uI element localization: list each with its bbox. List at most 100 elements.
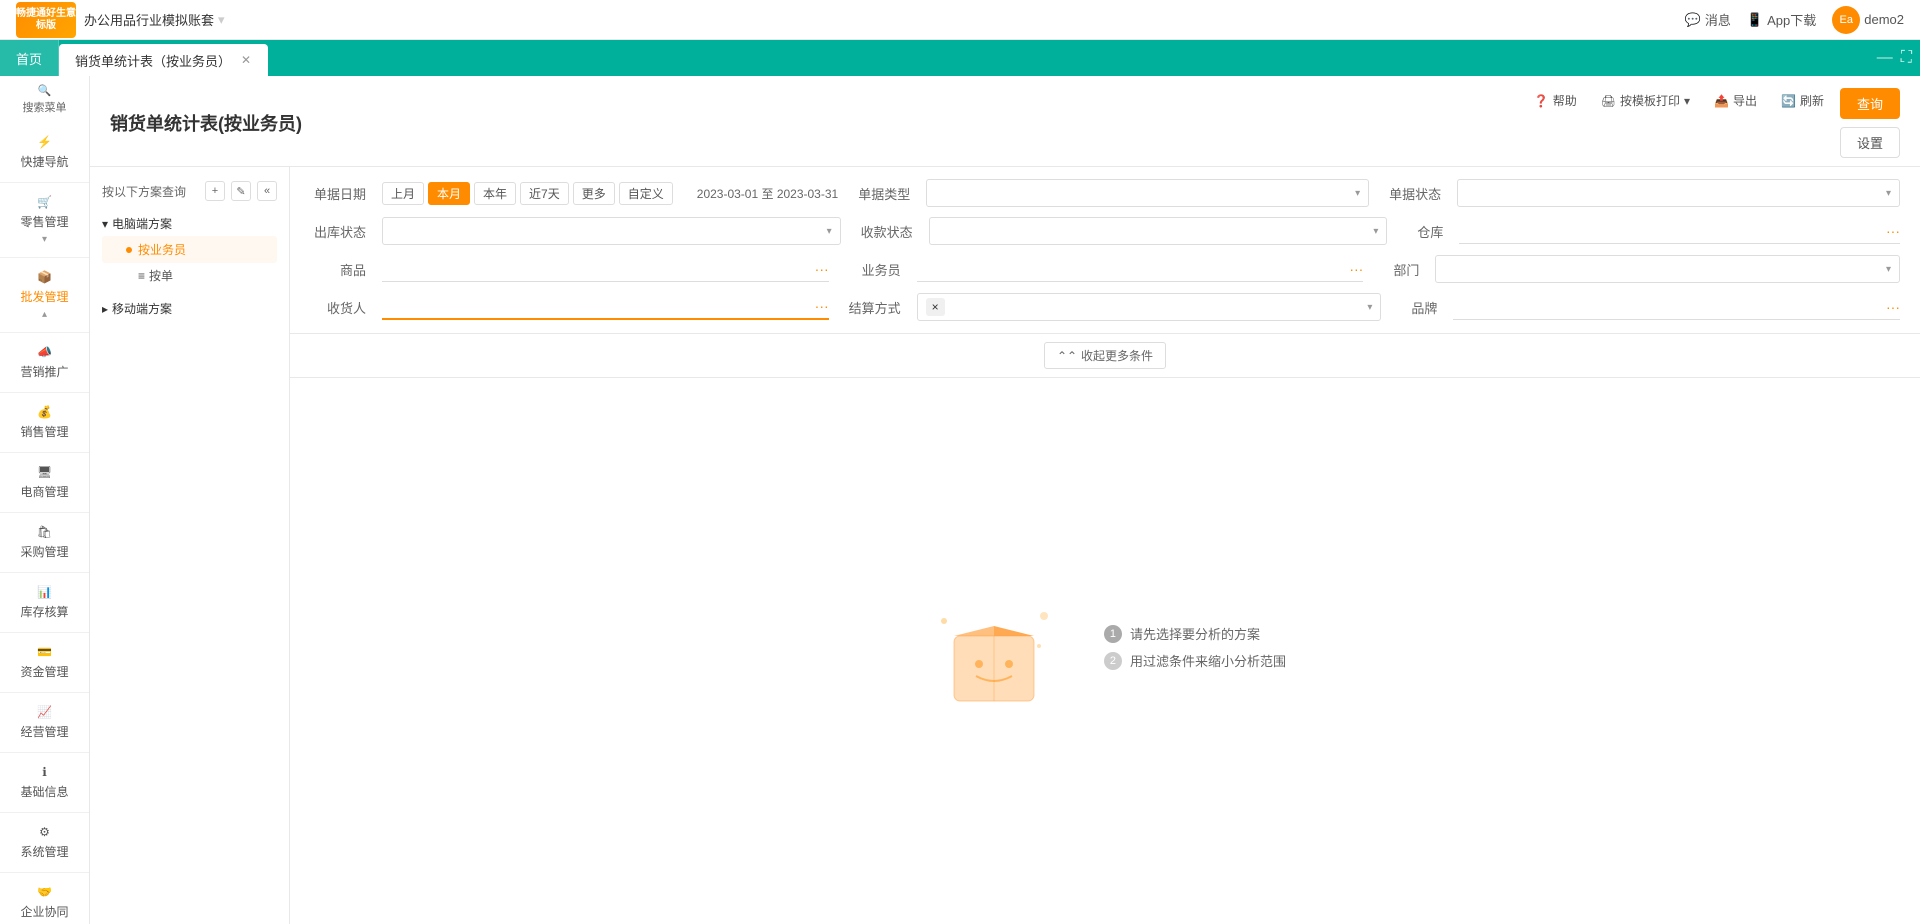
- scheme-desktop-chevron: ▾: [102, 217, 108, 231]
- date-label: 单据日期: [310, 184, 366, 203]
- tab-home[interactable]: 首页: [0, 40, 59, 76]
- refresh-icon: 🔄: [1781, 94, 1796, 108]
- message-label: 消息: [1705, 10, 1731, 29]
- print-btn[interactable]: 🖨 按模板打印 ▾: [1593, 88, 1698, 113]
- tab-close-icon[interactable]: ✕: [241, 53, 251, 67]
- message-btn[interactable]: 💬 消息: [1685, 10, 1731, 29]
- sidebar-item-wholesale[interactable]: 📦 批发管理 ▴: [0, 258, 89, 333]
- breadcrumb-text: 办公用品行业模拟账套: [84, 10, 214, 29]
- scheme-header: 按以下方案查询 + ✎ «: [90, 175, 289, 207]
- sidebar-item-operation[interactable]: 📈 经营管理: [0, 693, 89, 753]
- export-btn[interactable]: 📤 导出: [1706, 88, 1765, 113]
- last-7-btn[interactable]: 近7天: [520, 182, 569, 205]
- sidebar-item-ecom[interactable]: 🖥 电商管理: [0, 453, 89, 513]
- search-label: 搜索菜单: [23, 99, 67, 115]
- sidebar-item-marketing[interactable]: 📣 营销推广: [0, 333, 89, 393]
- sidebar-item-search[interactable]: 🔍 搜索菜单: [0, 76, 89, 123]
- out-status-chevron: ▾: [827, 226, 832, 237]
- pay-status-label: 收款状态: [857, 222, 913, 241]
- refresh-btn[interactable]: 🔄 刷新: [1773, 88, 1832, 113]
- help-icon: ❓: [1534, 94, 1549, 108]
- inner-layout: 按以下方案查询 + ✎ «: [90, 167, 1920, 924]
- retail-icon: 🛒: [37, 195, 52, 209]
- doc-status-select[interactable]: ▾: [1457, 179, 1900, 207]
- sidebar-item-retail[interactable]: 🛒 零售管理 ▾: [0, 183, 89, 258]
- scheme-item-by-order[interactable]: ≡ 按单: [102, 263, 277, 288]
- doc-type-chevron: ▾: [1355, 188, 1360, 199]
- user-initial: Ea: [1840, 14, 1853, 26]
- marketing-label: 营销推广: [20, 363, 68, 380]
- scheme-item-active-dot: [126, 247, 132, 253]
- scheme-section-desktop: ▾ 电脑端方案 按业务员 ≡ 按单: [90, 207, 289, 292]
- scheme-section-desktop-title[interactable]: ▾ 电脑端方案: [102, 211, 277, 236]
- help-btn[interactable]: ❓ 帮助: [1526, 88, 1585, 113]
- payment-method-tag-close[interactable]: ×: [932, 300, 939, 314]
- inventory-label: 库存核算: [20, 603, 68, 620]
- filter-row-2: 出库状态 ▾ 收款状态 ▾ 仓库 ···: [310, 217, 1900, 245]
- ecom-label: 电商管理: [20, 483, 68, 500]
- sidebar-item-system[interactable]: ⚙ 系统管理: [0, 813, 89, 873]
- scheme-add-btn[interactable]: +: [205, 181, 225, 201]
- sidebar-item-sales[interactable]: 💰 销售管理: [0, 393, 89, 453]
- page-header: 销货单统计表(按业务员) ❓ 帮助 🖨 按模板打印 ▾ 📤 导出: [90, 76, 1920, 167]
- collapse-up-icon: ⌃⌃: [1057, 349, 1077, 363]
- collapse-btn[interactable]: ⌃⌃ 收起更多条件: [1044, 342, 1166, 369]
- scheme-panel: 按以下方案查询 + ✎ «: [90, 167, 290, 924]
- shortcut-label: 快捷导航: [20, 153, 68, 170]
- custom-btn[interactable]: 自定义: [619, 182, 673, 205]
- scheme-item-by-staff[interactable]: 按业务员: [102, 236, 277, 263]
- more-btn[interactable]: 更多: [573, 182, 615, 205]
- out-status-select[interactable]: ▾: [382, 217, 841, 245]
- tab-sales-stat[interactable]: 销货单统计表（按业务员） ✕: [59, 44, 268, 76]
- scheme-item-order-icon: ≡: [138, 269, 145, 283]
- scheme-mobile-chevron: ▸: [102, 302, 108, 316]
- doc-type-select[interactable]: ▾: [926, 179, 1369, 207]
- last-month-btn[interactable]: 上月: [382, 182, 424, 205]
- sidebar-item-inventory[interactable]: 📊 库存核算: [0, 573, 89, 633]
- sidebar-item-finance[interactable]: 💳 资金管理: [0, 633, 89, 693]
- product-input[interactable]: ···: [382, 257, 829, 282]
- app-download-btn[interactable]: 📱 App下载: [1747, 10, 1816, 29]
- filter-area: 单据日期 上月 本月 本年 近7天 更多 自定义 2023-03-01 至 20…: [290, 167, 1920, 334]
- product-dots: ···: [815, 261, 829, 277]
- dept-select[interactable]: ▾: [1435, 255, 1900, 283]
- brand-input[interactable]: ···: [1453, 295, 1900, 320]
- user-name: demo2: [1864, 12, 1904, 27]
- empty-state: 1 请先选择要分析的方案 2 用过滤条件来缩小分析范围: [290, 378, 1920, 924]
- date-range-text: 2023-03-01 至 2023-03-31: [697, 185, 838, 202]
- settings-btn[interactable]: 设置: [1840, 127, 1900, 158]
- receiver-input[interactable]: ···: [382, 294, 829, 320]
- enterprise-label: 企业协同: [20, 903, 68, 920]
- sidebar-item-shortcut[interactable]: ⚡ 快捷导航: [0, 123, 89, 183]
- purchase-icon: 🛍: [37, 525, 52, 539]
- scheme-section-mobile-title[interactable]: ▸ 移动端方案: [102, 296, 277, 321]
- system-label: 系统管理: [20, 843, 68, 860]
- staff-input[interactable]: ···: [917, 257, 1364, 282]
- filter-row-1: 单据日期 上月 本月 本年 近7天 更多 自定义 2023-03-01 至 20…: [310, 179, 1900, 207]
- tab-home-label: 首页: [16, 49, 42, 68]
- step-1-text: 请先选择要分析的方案: [1130, 624, 1260, 643]
- scheme-collapse-btn[interactable]: «: [257, 181, 277, 201]
- basic-label: 基础信息: [20, 783, 68, 800]
- sidebar-item-basic[interactable]: ℹ 基础信息: [0, 753, 89, 813]
- this-year-btn[interactable]: 本年: [474, 182, 516, 205]
- scheme-mobile-label: 移动端方案: [112, 300, 172, 317]
- sidebar-item-enterprise[interactable]: 🤝 企业协同: [0, 873, 89, 924]
- tab-minimize-icon[interactable]: —: [1877, 49, 1893, 67]
- marketing-icon: 📣: [37, 345, 52, 359]
- tab-maximize-icon[interactable]: ⛶: [1901, 49, 1912, 67]
- main-layout: 🔍 搜索菜单 ⚡ 快捷导航 🛒 零售管理 ▾ 📦 批发管理 ▴ 📣 营销推广 💰…: [0, 76, 1920, 924]
- user-profile[interactable]: Ea demo2: [1832, 6, 1904, 34]
- warehouse-input[interactable]: ···: [1459, 219, 1900, 244]
- query-btn[interactable]: 查询: [1840, 88, 1900, 119]
- export-icon: 📤: [1714, 94, 1729, 108]
- payment-method-select[interactable]: × ▾: [917, 293, 1382, 321]
- this-month-btn[interactable]: 本月: [428, 182, 470, 205]
- step-1-num: 1: [1104, 625, 1122, 643]
- pay-status-select[interactable]: ▾: [929, 217, 1388, 245]
- operation-label: 经营管理: [20, 723, 68, 740]
- scheme-edit-btn[interactable]: ✎: [231, 181, 251, 201]
- system-icon: ⚙: [39, 825, 50, 839]
- sidebar-item-purchase[interactable]: 🛍 采购管理: [0, 513, 89, 573]
- retail-chevron: ▾: [42, 234, 47, 245]
